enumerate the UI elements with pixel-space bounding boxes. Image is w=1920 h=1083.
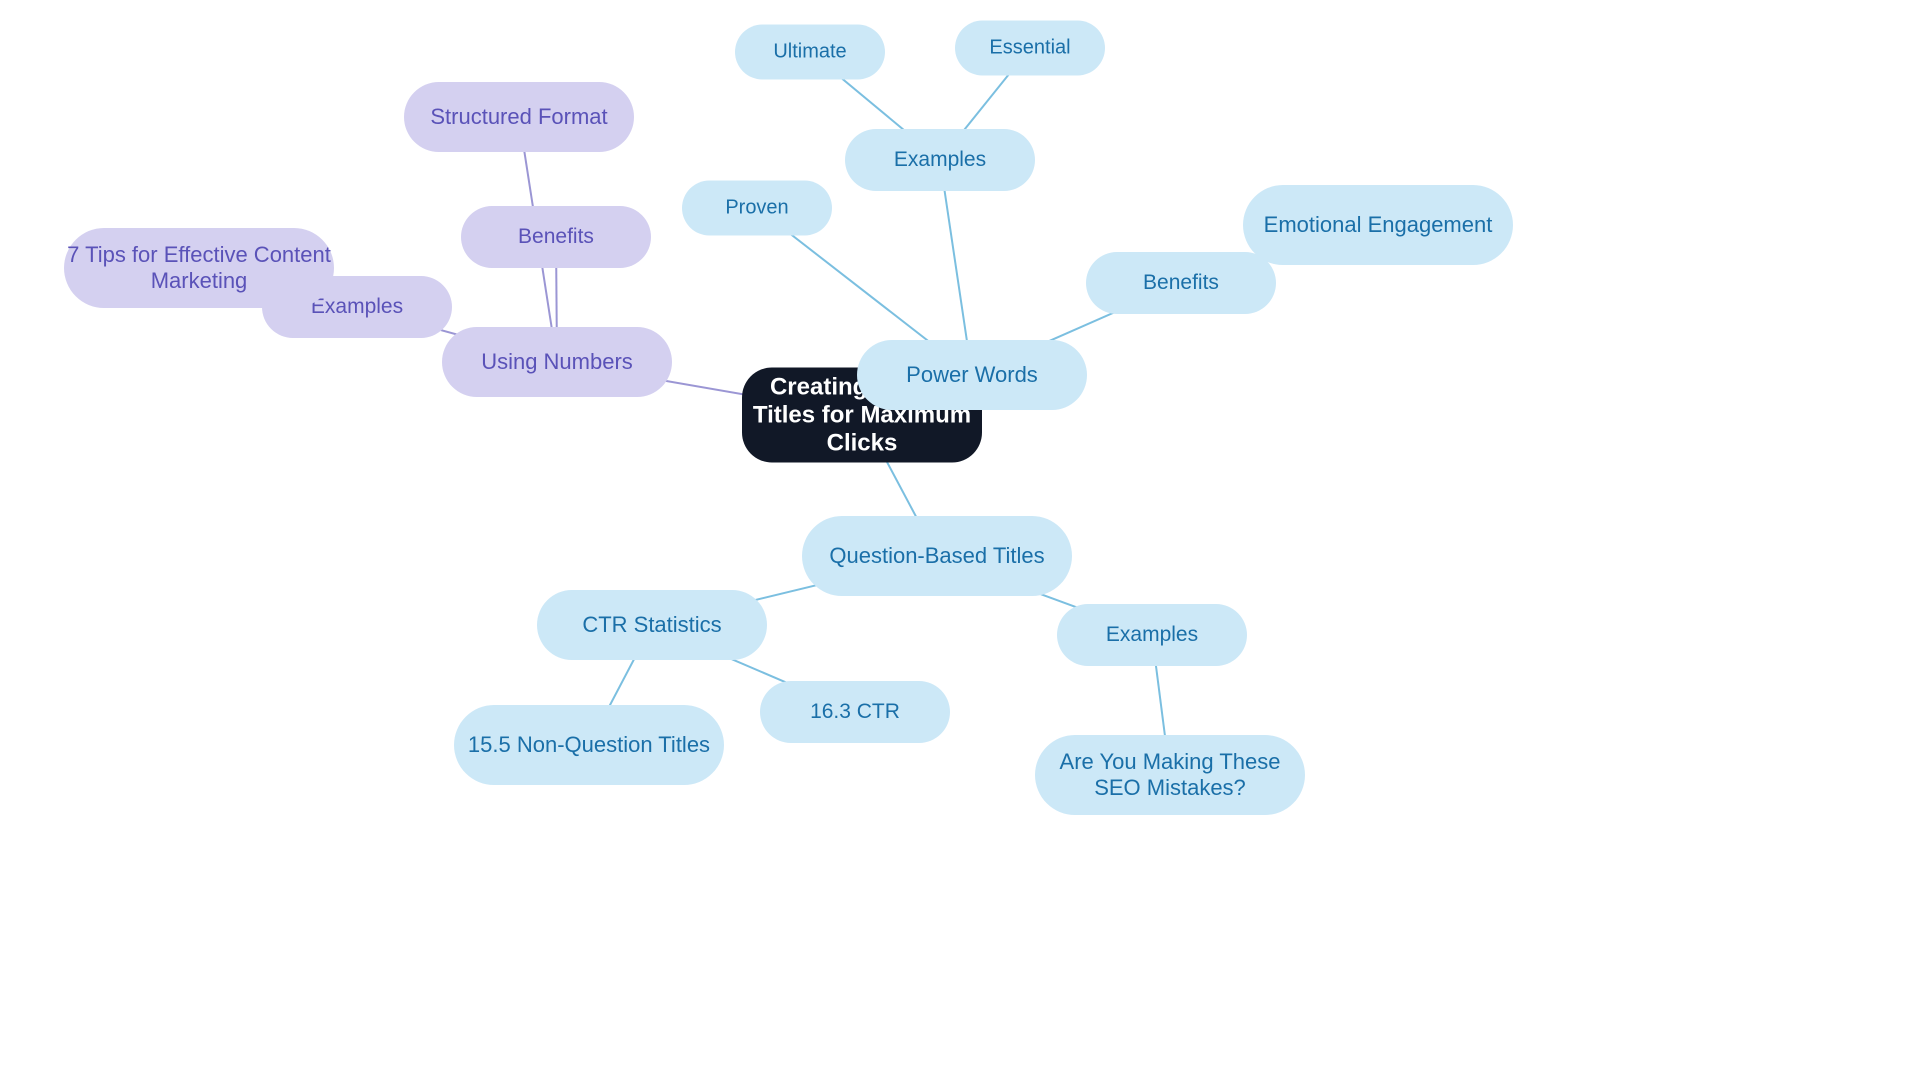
node-structured-format[interactable]: Structured Format <box>404 82 634 152</box>
node-16-3-ctr[interactable]: 16.3 CTR <box>760 681 950 743</box>
node-proven[interactable]: Proven <box>682 181 832 236</box>
mind-map-container: Creating Catchy Titles for Maximum Click… <box>0 0 1920 1083</box>
node-question-based[interactable]: Question-Based Titles <box>802 516 1072 596</box>
node-examples-blue-bottom[interactable]: Examples <box>1057 604 1247 666</box>
node-ultimate[interactable]: Ultimate <box>735 25 885 80</box>
node-power-words[interactable]: Power Words <box>857 340 1087 410</box>
node-benefits-blue[interactable]: Benefits <box>1086 252 1276 314</box>
node-emotional-engagement[interactable]: Emotional Engagement <box>1243 185 1513 265</box>
node-are-you-making[interactable]: Are You Making These SEO Mistakes? <box>1035 735 1305 815</box>
node-ctr-statistics[interactable]: CTR Statistics <box>537 590 767 660</box>
node-benefits-purple[interactable]: Benefits <box>461 206 651 268</box>
node-examples-blue-top[interactable]: Examples <box>845 129 1035 191</box>
node-seven-tips[interactable]: 7 Tips for Effective Content Marketing <box>64 228 334 308</box>
node-using-numbers[interactable]: Using Numbers <box>442 327 672 397</box>
node-essential[interactable]: Essential <box>955 21 1105 76</box>
node-15-5-non-question[interactable]: 15.5 Non-Question Titles <box>454 705 724 785</box>
